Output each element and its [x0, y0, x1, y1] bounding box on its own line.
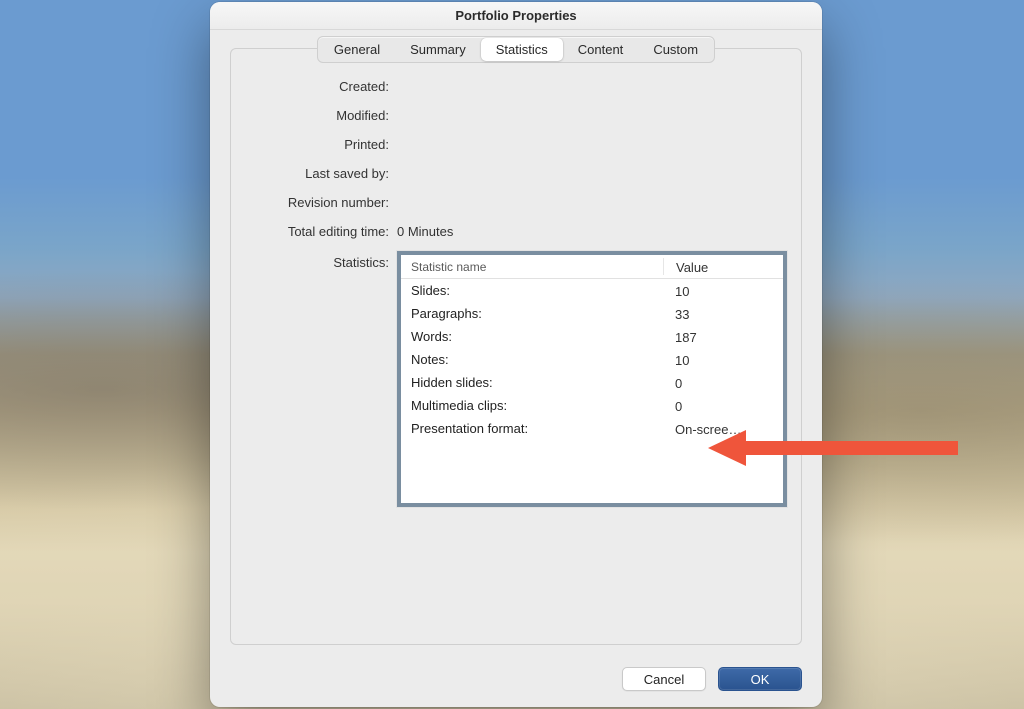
row-modified: Modified:: [245, 106, 787, 123]
value-modified: [397, 106, 787, 123]
tab-notch: General Summary Statistics Content Custo…: [231, 36, 801, 63]
label-revision-number: Revision number:: [245, 193, 397, 210]
value-printed: [397, 135, 787, 152]
value-revision-number: [397, 193, 787, 210]
label-total-editing-time: Total editing time:: [245, 222, 397, 239]
label-created: Created:: [245, 77, 397, 94]
statistics-table: Statistic name Value Slides: 10 Paragrap…: [397, 251, 787, 507]
th-statistic-name[interactable]: Statistic name: [401, 260, 663, 274]
row-created: Created:: [245, 77, 787, 94]
tab-custom[interactable]: Custom: [638, 38, 713, 61]
row-last-saved-by: Last saved by:: [245, 164, 787, 181]
tab-statistics[interactable]: Statistics: [481, 38, 563, 61]
cell-stat-name: Multimedia clips:: [401, 398, 663, 413]
table-row[interactable]: Presentation format: On-scree…: [401, 417, 783, 440]
dialog-buttons: Cancel OK: [210, 653, 822, 707]
dialog-title: Portfolio Properties: [210, 2, 822, 30]
statistics-fieldset: General Summary Statistics Content Custo…: [230, 48, 802, 645]
cell-stat-value: 33: [663, 305, 783, 322]
tab-bar: General Summary Statistics Content Custo…: [317, 36, 715, 63]
table-row[interactable]: Notes: 10: [401, 348, 783, 371]
row-statistics: Statistics: Statistic name Value Slides:: [245, 251, 787, 507]
label-printed: Printed:: [245, 135, 397, 152]
properties-dialog: Portfolio Properties General Summary Sta…: [210, 2, 822, 707]
table-row[interactable]: Slides: 10: [401, 279, 783, 302]
cancel-button[interactable]: Cancel: [622, 667, 706, 691]
cell-stat-name: Words:: [401, 329, 663, 344]
tab-content[interactable]: Content: [563, 38, 639, 61]
row-printed: Printed:: [245, 135, 787, 152]
row-revision-number: Revision number:: [245, 193, 787, 210]
value-created: [397, 77, 787, 94]
statistics-table-inner: Statistic name Value Slides: 10 Paragrap…: [401, 255, 783, 503]
cell-stat-value: On-scree…: [663, 420, 783, 437]
cell-stat-value: 0: [663, 397, 783, 414]
cell-stat-value: 10: [663, 351, 783, 368]
ok-button[interactable]: OK: [718, 667, 802, 691]
th-value[interactable]: Value: [663, 258, 783, 275]
dialog-content: General Summary Statistics Content Custo…: [210, 30, 822, 653]
cell-stat-value: 187: [663, 328, 783, 345]
cell-stat-name: Slides:: [401, 283, 663, 298]
value-total-editing-time: 0 Minutes: [397, 222, 787, 239]
statistics-table-header: Statistic name Value: [401, 255, 783, 279]
row-total-editing-time: Total editing time: 0 Minutes: [245, 222, 787, 239]
value-last-saved-by: [397, 164, 787, 181]
field-rows: Created: Modified: Printed: Last saved b…: [245, 77, 787, 507]
cell-stat-name: Presentation format:: [401, 421, 663, 436]
cell-stat-name: Paragraphs:: [401, 306, 663, 321]
cell-stat-name: Hidden slides:: [401, 375, 663, 390]
tab-summary[interactable]: Summary: [395, 38, 481, 61]
table-row[interactable]: Paragraphs: 33: [401, 302, 783, 325]
table-row[interactable]: Words: 187: [401, 325, 783, 348]
cell-stat-value: 10: [663, 282, 783, 299]
cell-stat-name: Notes:: [401, 352, 663, 367]
statistics-table-container: Statistic name Value Slides: 10 Paragrap…: [397, 251, 787, 507]
table-row[interactable]: Multimedia clips: 0: [401, 394, 783, 417]
tab-general[interactable]: General: [319, 38, 395, 61]
cell-stat-value: 0: [663, 374, 783, 391]
label-modified: Modified:: [245, 106, 397, 123]
table-row[interactable]: Hidden slides: 0: [401, 371, 783, 394]
label-statistics: Statistics:: [245, 251, 397, 507]
label-last-saved-by: Last saved by:: [245, 164, 397, 181]
